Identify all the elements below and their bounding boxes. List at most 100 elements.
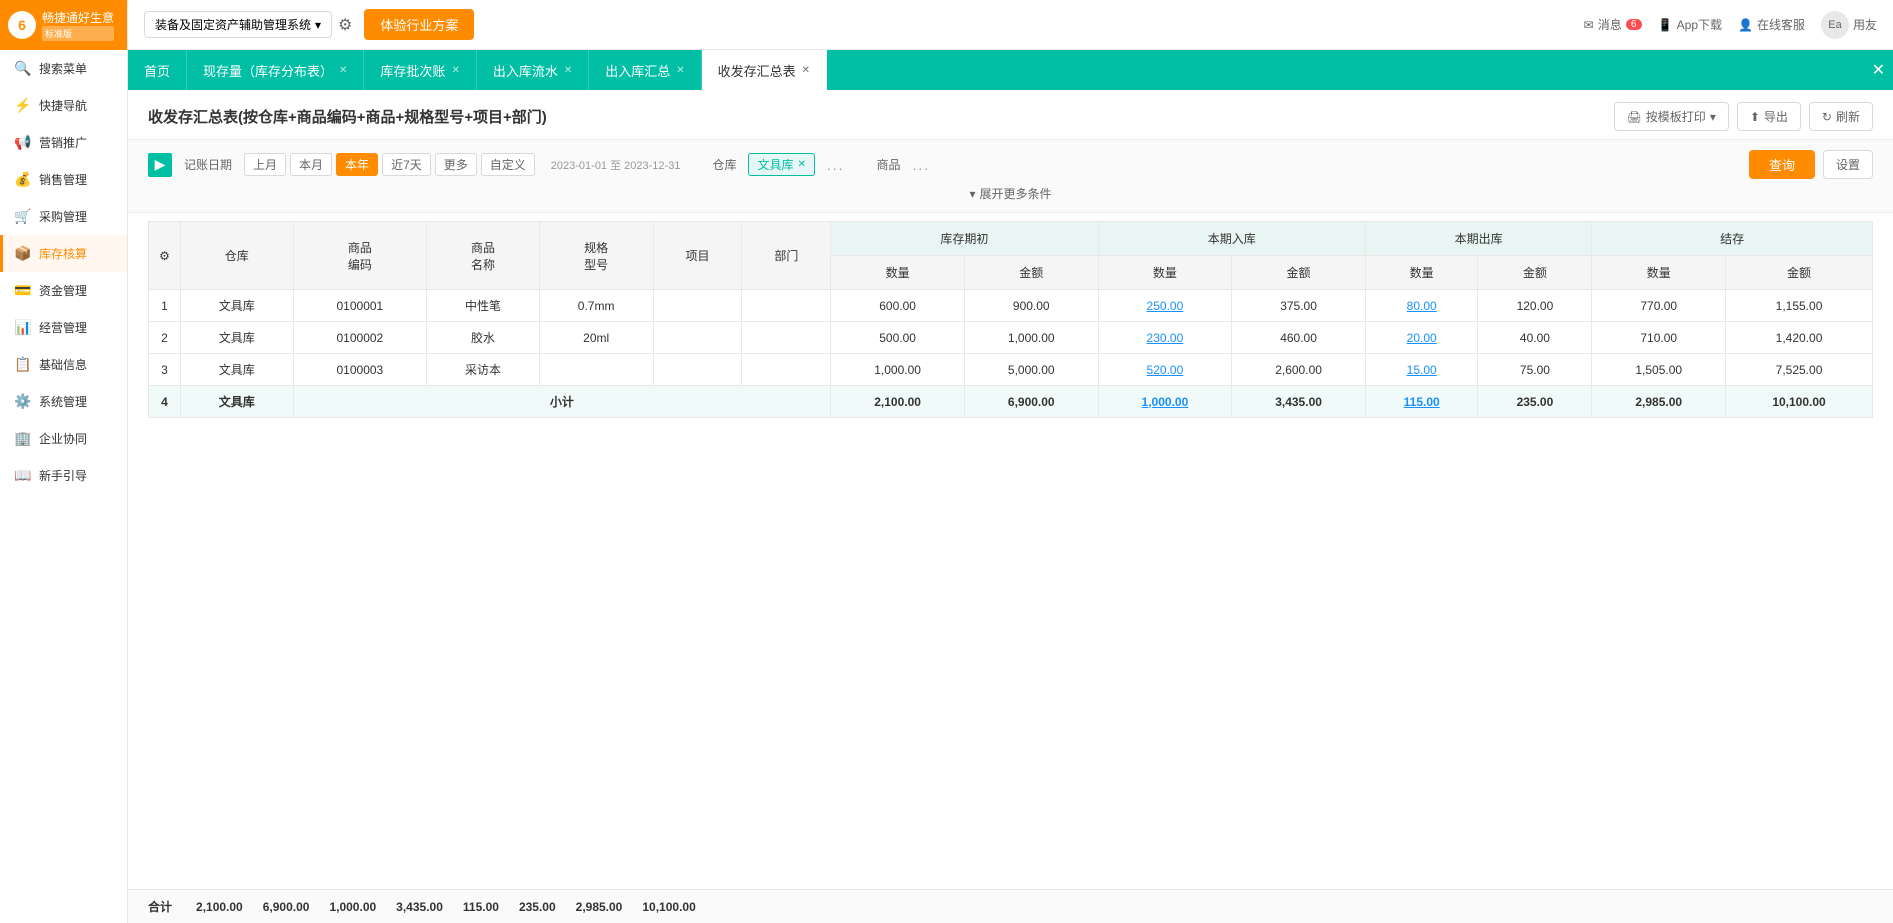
- system-selector[interactable]: 装备及固定资产辅助管理系统 ▾ ⚙: [144, 11, 352, 38]
- tab-inout-summary[interactable]: 出入库汇总✕: [589, 50, 701, 90]
- date-btn-上月[interactable]: 上月: [244, 153, 286, 176]
- cell-in-amt: 375.00: [1232, 290, 1366, 322]
- settings-icon[interactable]: ⚙: [338, 15, 352, 35]
- try-industry-button[interactable]: 体验行业方案: [364, 9, 474, 40]
- col-out-qty-header: 数量: [1365, 256, 1478, 290]
- date-btn-自定义[interactable]: 自定义: [481, 153, 535, 176]
- tab-close-inventory-dist[interactable]: ✕: [339, 65, 347, 76]
- guide-icon: 📖: [15, 468, 31, 484]
- sidebar-item-label: 营销推广: [39, 134, 87, 151]
- sidebar-item-purchase[interactable]: 🛒采购管理: [0, 198, 127, 235]
- cell-out-qty[interactable]: 20.00: [1365, 322, 1478, 354]
- subtotal-out-qty[interactable]: 115.00: [1365, 386, 1478, 418]
- chevron-down-icon: ▾: [1710, 110, 1716, 124]
- cell-out-qty[interactable]: 80.00: [1365, 290, 1478, 322]
- subtotal-no: 4: [149, 386, 181, 418]
- page-actions: 🖨 按模板打印 ▾ ⬆ 导出 ↻ 刷新: [1614, 102, 1873, 131]
- filter-settings-button[interactable]: 设置: [1823, 150, 1873, 179]
- sidebar-item-label: 新手引导: [39, 467, 87, 484]
- filter-toggle-button[interactable]: ▶: [148, 153, 172, 177]
- cell-dept: [742, 290, 831, 322]
- goods-label: 商品: [877, 156, 901, 173]
- sidebar-item-search[interactable]: 🔍搜索菜单: [0, 50, 127, 87]
- search-icon: 🔍: [15, 61, 31, 77]
- refresh-button[interactable]: ↻ 刷新: [1809, 102, 1873, 131]
- col-settings-header[interactable]: ⚙: [149, 222, 181, 290]
- subtotal-row: 4 文具库 小计 2,100.00 6,900.00 1,000.00 3,43…: [149, 386, 1873, 418]
- cell-dept: [742, 354, 831, 386]
- date-btn-更多[interactable]: 更多: [435, 153, 477, 176]
- cell-opening-amt: 5,000.00: [964, 354, 1098, 386]
- col-in-qty-header: 数量: [1098, 256, 1232, 290]
- cell-in-qty[interactable]: 520.00: [1098, 354, 1232, 386]
- refresh-icon: ↻: [1822, 110, 1832, 124]
- goods-dots[interactable]: ...: [913, 157, 931, 173]
- total-out-qty: 115.00: [463, 900, 499, 914]
- warehouse-dots[interactable]: ...: [827, 157, 845, 173]
- date-btn-本月[interactable]: 本月: [290, 153, 332, 176]
- sidebar-item-inventory[interactable]: 📦库存核算: [0, 235, 127, 272]
- tab-label-stock-summary: 收发存汇总表: [718, 61, 796, 80]
- sidebar-item-marketing[interactable]: 📢营销推广: [0, 124, 127, 161]
- avatar: Ea: [1821, 11, 1849, 39]
- online-service-item[interactable]: 👤 在线客服: [1738, 16, 1805, 33]
- tab-stock-summary[interactable]: 收发存汇总表 ✕: [702, 50, 827, 90]
- tab-label-home: 首页: [144, 61, 170, 80]
- chevron-down-icon: ▾: [315, 18, 321, 32]
- tab-batch[interactable]: 库存批次账✕: [364, 50, 476, 90]
- sidebar-item-enterprise[interactable]: 🏢企业协同: [0, 420, 127, 457]
- col-in-header: 本期入库: [1098, 222, 1365, 256]
- subtotal-closing-amt: 10,100.00: [1726, 386, 1873, 418]
- date-btn-本年[interactable]: 本年: [336, 153, 378, 176]
- online-service-label: 在线客服: [1757, 16, 1805, 33]
- search-button[interactable]: 查询: [1749, 150, 1815, 179]
- message-label: 消息: [1598, 16, 1622, 33]
- tab-home[interactable]: 首页: [128, 50, 187, 90]
- page-header: 收发存汇总表(按仓库+商品编码+商品+规格型号+项目+部门) 🖨 按模板打印 ▾…: [128, 90, 1893, 140]
- logo-text: 畅捷通好生意 标准版: [42, 9, 114, 41]
- sidebar-item-quick-nav[interactable]: ⚡快捷导航: [0, 87, 127, 124]
- sidebar-item-basic-info[interactable]: 📋基础信息: [0, 346, 127, 383]
- sidebar-item-system[interactable]: ⚙️系统管理: [0, 383, 127, 420]
- export-button[interactable]: ⬆ 导出: [1737, 102, 1801, 131]
- filter-row-2: ▾ 展开更多条件: [148, 185, 1873, 202]
- subtotal-in-qty[interactable]: 1,000.00: [1098, 386, 1232, 418]
- cell-opening-amt: 900.00: [964, 290, 1098, 322]
- tab-close-stock-summary[interactable]: ✕: [802, 65, 810, 76]
- table-row: 1 文具库 0100001 中性笔 0.7mm 600.00 900.00 25…: [149, 290, 1873, 322]
- cell-warehouse: 文具库: [181, 290, 294, 322]
- tab-close-inout-flow[interactable]: ✕: [564, 65, 572, 76]
- table-row: 2 文具库 0100002 胶水 20ml 500.00 1,000.00 23…: [149, 322, 1873, 354]
- sidebar-item-sales[interactable]: 💰销售管理: [0, 161, 127, 198]
- tab-bar-close-icon[interactable]: ✕: [1872, 60, 1885, 80]
- sidebar-item-finance[interactable]: 💳资金管理: [0, 272, 127, 309]
- date-btn-近7天[interactable]: 近7天: [382, 153, 431, 176]
- enterprise-icon: 🏢: [15, 431, 31, 447]
- tab-close-batch[interactable]: ✕: [451, 65, 459, 76]
- col-settings-icon[interactable]: ⚙: [159, 249, 170, 263]
- cell-out-amt: 75.00: [1478, 354, 1592, 386]
- warehouse-tag[interactable]: 文具库 ✕: [748, 153, 814, 176]
- cell-goods-code: 0100002: [293, 322, 427, 354]
- user-item[interactable]: Ea 用友: [1821, 11, 1877, 39]
- cell-out-qty[interactable]: 15.00: [1365, 354, 1478, 386]
- system-select-dropdown[interactable]: 装备及固定资产辅助管理系统 ▾: [144, 11, 332, 38]
- date-buttons: 上月本月本年近7天更多自定义: [244, 153, 535, 176]
- cell-in-qty[interactable]: 230.00: [1098, 322, 1232, 354]
- expand-filter-button[interactable]: ▾ 展开更多条件: [969, 185, 1051, 202]
- tab-close-inout-summary[interactable]: ✕: [676, 65, 684, 76]
- print-button[interactable]: 🖨 按模板打印 ▾: [1614, 102, 1729, 131]
- subtotal-label: 小计: [293, 386, 831, 418]
- warehouse-tag-close[interactable]: ✕: [797, 159, 805, 170]
- sales-icon: 💰: [15, 172, 31, 188]
- app-download-item[interactable]: 📱 App下载: [1658, 16, 1722, 33]
- cell-in-qty[interactable]: 250.00: [1098, 290, 1232, 322]
- sidebar-item-operations[interactable]: 📊经营管理: [0, 309, 127, 346]
- total-in-qty: 1,000.00: [329, 900, 376, 914]
- tab-inventory-dist[interactable]: 现存量（库存分布表）✕: [187, 50, 364, 90]
- sidebar-item-guide[interactable]: 📖 新手引导: [0, 457, 127, 494]
- message-item[interactable]: ✉ 消息 6: [1584, 16, 1642, 33]
- user-label: 用友: [1853, 16, 1877, 33]
- basic-info-icon: 📋: [15, 357, 31, 373]
- tab-inout-flow[interactable]: 出入库流水✕: [477, 50, 589, 90]
